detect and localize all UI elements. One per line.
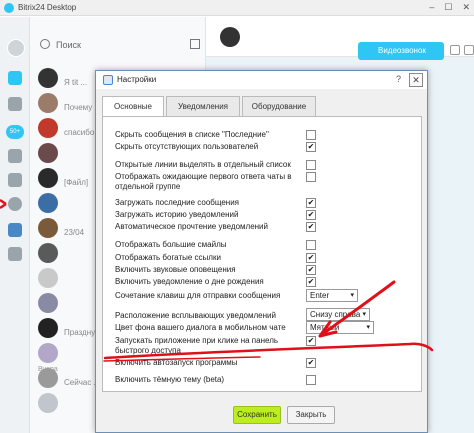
left-rail: 50+: [0, 17, 30, 433]
option-label: Включить автозапуск программы: [115, 358, 238, 367]
checkbox-rich-links[interactable]: ✔: [306, 253, 316, 263]
more-icon[interactable]: [464, 45, 474, 55]
bitrix-logo-icon: [4, 3, 14, 13]
avatar: [38, 218, 58, 238]
date-divider: Вчера: [38, 366, 58, 373]
dialog-close-icon[interactable]: ✕: [409, 73, 423, 87]
avatar: [38, 268, 58, 288]
search-icon: [40, 39, 50, 49]
option-label: Включить тёмную тему (beta): [115, 375, 225, 384]
app-titlebar: Bitrix24 Desktop – ☐ ✕: [0, 0, 474, 16]
checkbox-big-smiles[interactable]: [306, 240, 316, 250]
avatar: [38, 343, 58, 363]
settings-dialog: Настройки ? ✕ Основные Уведомления Обору…: [95, 70, 428, 433]
cloud-icon[interactable]: [8, 173, 22, 187]
notifications-badge[interactable]: 50+: [6, 125, 24, 139]
option-label: Скрыть отсутствующих пользователей: [115, 142, 259, 151]
video-call-button[interactable]: Видеозвонок: [358, 42, 444, 60]
chevron-down-icon: ▾: [366, 324, 370, 331]
avatar: [38, 193, 58, 213]
avatar: [38, 118, 58, 138]
chat-preview: Я tit ...: [64, 78, 88, 87]
checkbox-waiting-chats[interactable]: [306, 172, 316, 182]
checkbox-auto-read[interactable]: ✔: [306, 222, 316, 232]
select-label: Цвет фона вашего диалога в мобильном чат…: [115, 323, 286, 332]
checkbox-dark-theme[interactable]: [306, 375, 316, 385]
compose-icon[interactable]: [190, 39, 200, 49]
avatar: [38, 93, 58, 113]
mobile-bg-color-select[interactable]: Мятный ▾: [306, 321, 374, 334]
checkbox-hide-absent[interactable]: ✔: [306, 142, 316, 152]
avatar: [38, 318, 58, 338]
tab-notifications[interactable]: Уведомления: [166, 96, 240, 116]
option-label: Отображать большие смайлы: [115, 240, 227, 249]
chat-header: Видеозвонок: [206, 17, 474, 60]
checkbox-hide-recent[interactable]: [306, 130, 316, 140]
option-label: Отображать богатые ссылки: [115, 253, 221, 262]
chat-avatar: [220, 27, 240, 47]
settings-gear-icon[interactable]: [8, 197, 22, 211]
option-label: Загружать последние сообщения: [115, 198, 240, 207]
chevron-down-icon: ▾: [350, 292, 354, 299]
settings-window-icon: [103, 75, 113, 85]
avatar: [38, 393, 58, 413]
chevron-down-icon: ▾: [362, 311, 366, 318]
search-input[interactable]: Поиск: [56, 40, 81, 50]
tab-hardware[interactable]: Оборудование: [242, 96, 316, 116]
chat-icon[interactable]: [8, 71, 22, 85]
app-title: Bitrix24 Desktop: [18, 3, 77, 12]
checkbox-sound[interactable]: ✔: [306, 265, 316, 275]
close-window-icon[interactable]: ✕: [462, 2, 470, 13]
chat-preview: [Файл]: [64, 178, 89, 187]
add-user-icon[interactable]: [450, 45, 460, 55]
checkbox-open-lines[interactable]: [306, 160, 316, 170]
checkbox-autostart[interactable]: ✔: [306, 358, 316, 368]
option-label: Загружать историю уведомлений: [115, 210, 239, 219]
dialog-titlebar: Настройки ? ✕: [96, 71, 427, 89]
checkbox-launch-on-click[interactable]: ✔: [306, 336, 316, 346]
avatar: [38, 68, 58, 88]
option-label: Запускать приложение при клике на панель…: [115, 336, 279, 355]
general-settings-panel: Скрыть сообщения в списке "Последние" Ск…: [102, 116, 422, 392]
maximize-icon[interactable]: ☐: [444, 2, 452, 13]
option-label: Отображать ожидающие первого ответа чаты…: [115, 172, 292, 191]
option-label: Скрыть сообщения в списке "Последние": [115, 130, 269, 139]
chat-preview: 23/04: [64, 228, 85, 237]
option-label: Включить звуковые оповещения: [115, 265, 236, 274]
option-label: Автоматическое прочтение уведомлений: [115, 222, 268, 231]
checkbox-birthday[interactable]: ✔: [306, 277, 316, 287]
minimize-icon[interactable]: –: [429, 2, 434, 13]
dialog-title: Настройки: [117, 75, 157, 84]
contacts-icon[interactable]: [8, 97, 22, 111]
user-avatar[interactable]: [7, 39, 25, 57]
tab-general[interactable]: Основные: [102, 96, 164, 117]
avatar: [38, 293, 58, 313]
checkbox-load-notifications[interactable]: ✔: [306, 210, 316, 220]
select-label: Сочетание клавиш для отправки сообщения: [115, 291, 281, 300]
avatar: [38, 243, 58, 263]
option-label: Открытые линии выделять в отдельный спис…: [115, 160, 291, 169]
avatar: [38, 143, 58, 163]
avatar: [38, 168, 58, 188]
option-label: Включить уведомление о дне рождения: [115, 277, 264, 286]
select-label: Расположение всплывающих уведомлений: [115, 311, 276, 320]
apps-icon[interactable]: [8, 223, 22, 237]
popup-position-select[interactable]: Снизу справа ▾: [306, 308, 370, 321]
search-bar[interactable]: Поиск: [30, 35, 206, 57]
phone-icon[interactable]: [8, 149, 22, 163]
help-icon[interactable]: ?: [396, 74, 401, 84]
close-button[interactable]: Закрыть: [287, 406, 335, 424]
checkbox-load-messages[interactable]: ✔: [306, 198, 316, 208]
send-shortcut-select[interactable]: Enter ▾: [306, 289, 358, 302]
chat-preview: спасибо: [64, 128, 95, 137]
window-controls: – ☐ ✕: [429, 2, 470, 13]
save-button[interactable]: Сохранить: [233, 406, 281, 424]
files-icon[interactable]: [8, 247, 22, 261]
